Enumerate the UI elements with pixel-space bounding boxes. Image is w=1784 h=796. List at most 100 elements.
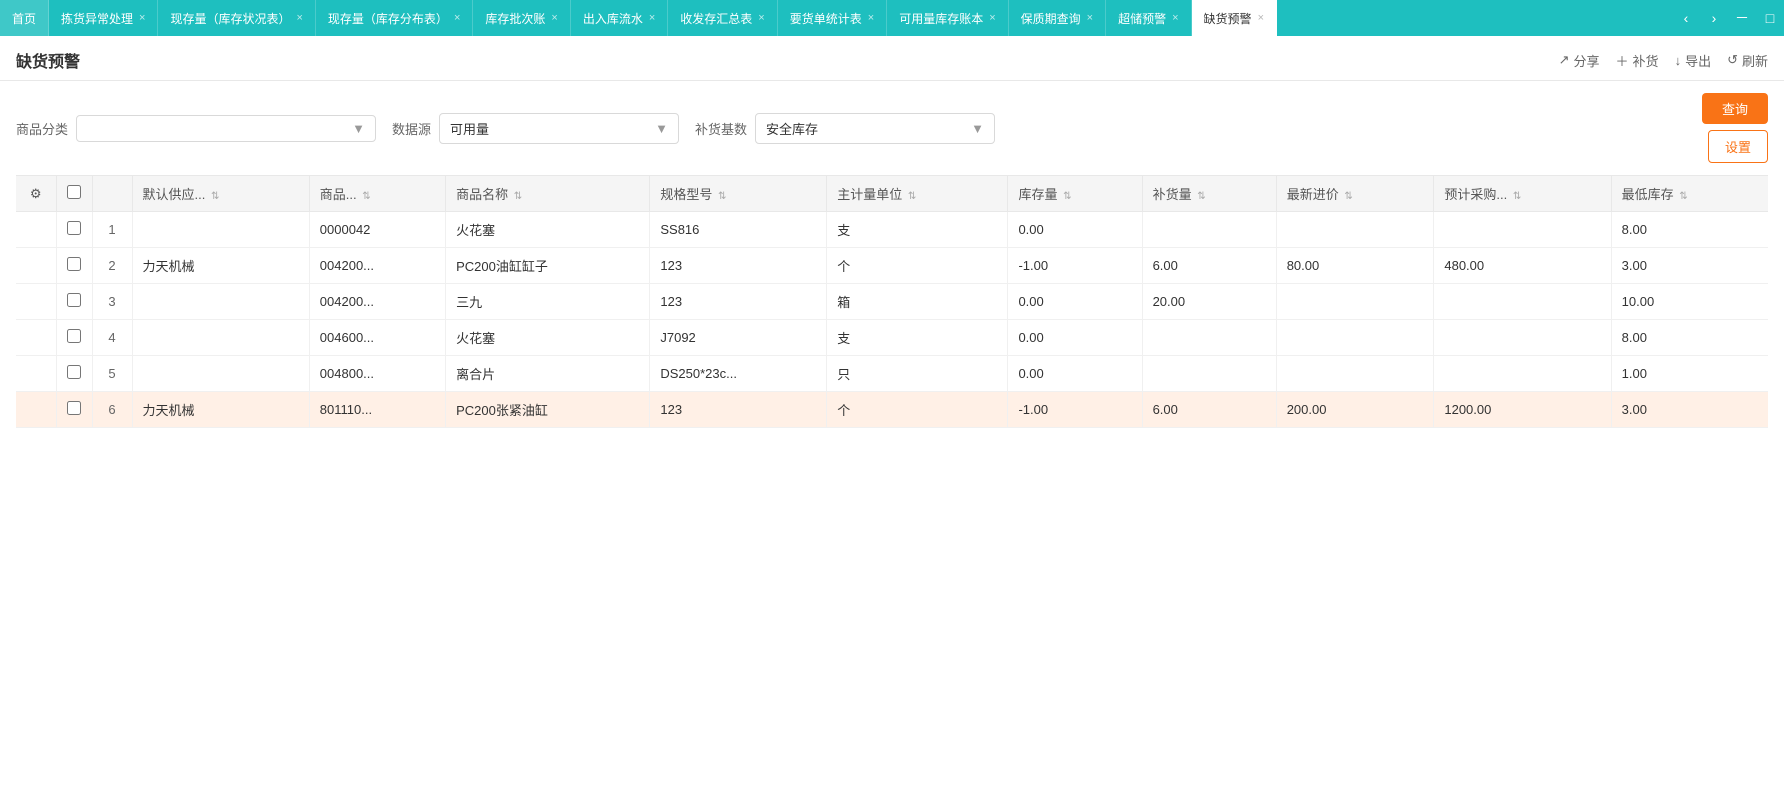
row-min-stock-5: 3.00 bbox=[1611, 392, 1768, 428]
row-supplier-4 bbox=[132, 356, 309, 392]
sort-latest-price-icon: ⇅ bbox=[1344, 191, 1352, 202]
th-name[interactable]: 商品名称 ⇅ bbox=[446, 176, 650, 212]
sort-unit-icon: ⇅ bbox=[908, 191, 916, 202]
tab-inout-flow[interactable]: 出入库流水 × bbox=[571, 0, 668, 36]
close-tab-demand-stats[interactable]: × bbox=[868, 12, 874, 24]
th-min-stock[interactable]: 最低库存 ⇅ bbox=[1611, 176, 1768, 212]
tab-bar: 首页 拣货异常处理 × 现存量（库存状况表） × 现存量（库存分布表） × 库存… bbox=[0, 0, 1784, 36]
row-check-0[interactable] bbox=[56, 212, 92, 248]
close-tab-receive-summary[interactable]: × bbox=[758, 12, 764, 24]
row-check-3[interactable] bbox=[56, 320, 92, 356]
export-icon: ↓ bbox=[1675, 53, 1682, 68]
share-action[interactable]: ↗ 分享 bbox=[1559, 51, 1600, 70]
row-supplier-2 bbox=[132, 284, 309, 320]
tab-expiry-query[interactable]: 保质期查询 × bbox=[1009, 0, 1106, 36]
row-check-1[interactable] bbox=[56, 248, 92, 284]
th-code[interactable]: 商品... ⇅ bbox=[309, 176, 445, 212]
row-estimated-buy-3 bbox=[1434, 320, 1611, 356]
refresh-action[interactable]: ↺ 刷新 bbox=[1727, 51, 1768, 70]
close-tab-exception[interactable]: × bbox=[139, 12, 145, 24]
row-num-3: 4 bbox=[92, 320, 132, 356]
th-unit[interactable]: 主计量单位 ⇅ bbox=[827, 176, 1008, 212]
query-button[interactable]: 查询 bbox=[1702, 93, 1768, 124]
share-icon: ↗ bbox=[1559, 52, 1570, 68]
row-stock-5: -1.00 bbox=[1008, 392, 1142, 428]
datasource-select[interactable]: 可用量 ▼ bbox=[439, 113, 679, 144]
row-replenish-3 bbox=[1142, 320, 1276, 356]
row-min-stock-2: 10.00 bbox=[1611, 284, 1768, 320]
close-tab-overstock[interactable]: × bbox=[1172, 12, 1178, 24]
category-label: 商品分类 bbox=[16, 119, 68, 138]
category-arrow-icon: ▼ bbox=[352, 121, 365, 136]
tab-demand-stats[interactable]: 要货单统计表 × bbox=[778, 0, 887, 36]
th-estimated-buy[interactable]: 预计采购... ⇅ bbox=[1434, 176, 1611, 212]
row-code-4: 004800... bbox=[309, 356, 445, 392]
tab-stockout[interactable]: 缺货预警 × bbox=[1192, 0, 1277, 36]
row-code-2: 004200... bbox=[309, 284, 445, 320]
th-spec[interactable]: 规格型号 ⇅ bbox=[650, 176, 827, 212]
tab-receive-summary[interactable]: 收发存汇总表 × bbox=[668, 0, 777, 36]
close-tab-inventory-status[interactable]: × bbox=[296, 12, 302, 24]
tab-batch-account[interactable]: 库存批次账 × bbox=[473, 0, 570, 36]
row-min-stock-0: 8.00 bbox=[1611, 212, 1768, 248]
row-checkbox-3[interactable] bbox=[67, 329, 81, 343]
tab-home[interactable]: 首页 bbox=[0, 0, 49, 36]
tab-prev-btn[interactable]: ‹ bbox=[1672, 10, 1700, 26]
close-tab-batch-account[interactable]: × bbox=[551, 12, 557, 24]
datasource-label: 数据源 bbox=[392, 119, 431, 138]
tab-inventory-status[interactable]: 现存量（库存状况表） × bbox=[158, 0, 315, 36]
settings-button[interactable]: 设置 bbox=[1708, 130, 1768, 163]
row-checkbox-2[interactable] bbox=[67, 293, 81, 307]
data-table: ⚙ 默认供应... ⇅ 商品... ⇅ 商品名称 bbox=[16, 175, 1768, 428]
table-row: 1 0000042 火花塞 SS816 支 0.00 8.00 bbox=[16, 212, 1768, 248]
row-replenish-2: 20.00 bbox=[1142, 284, 1276, 320]
th-supplier[interactable]: 默认供应... ⇅ bbox=[132, 176, 309, 212]
row-latest-price-0 bbox=[1276, 212, 1434, 248]
row-checkbox-0[interactable] bbox=[67, 221, 81, 235]
export-action[interactable]: ↓ 导出 bbox=[1675, 51, 1712, 70]
select-all-checkbox[interactable] bbox=[67, 185, 81, 199]
category-select[interactable]: ▼ bbox=[76, 115, 376, 142]
close-tab-inout-flow[interactable]: × bbox=[649, 12, 655, 24]
th-latest-price[interactable]: 最新进价 ⇅ bbox=[1276, 176, 1434, 212]
row-settings-0 bbox=[16, 212, 56, 248]
row-stock-4: 0.00 bbox=[1008, 356, 1142, 392]
th-stock[interactable]: 库存量 ⇅ bbox=[1008, 176, 1142, 212]
tab-maximize-btn[interactable]: □ bbox=[1756, 10, 1784, 26]
th-settings[interactable]: ⚙ bbox=[16, 176, 56, 212]
tab-inventory-dist[interactable]: 现存量（库存分布表） × bbox=[316, 0, 473, 36]
close-tab-inventory-dist[interactable]: × bbox=[454, 12, 460, 24]
close-tab-available-ledger[interactable]: × bbox=[989, 12, 995, 24]
row-replenish-4 bbox=[1142, 356, 1276, 392]
row-settings-5 bbox=[16, 392, 56, 428]
tab-next-btn[interactable]: › bbox=[1700, 10, 1728, 26]
replenish-base-arrow-icon: ▼ bbox=[971, 121, 984, 136]
tab-overstock[interactable]: 超储预警 × bbox=[1106, 0, 1191, 36]
close-tab-expiry-query[interactable]: × bbox=[1087, 12, 1093, 24]
close-tab-stockout[interactable]: × bbox=[1258, 12, 1264, 24]
replenish-action[interactable]: ＋ 补货 bbox=[1616, 51, 1659, 70]
replenish-base-filter: 补货基数 安全库存 ▼ bbox=[695, 113, 995, 144]
main-content: 缺货预警 ↗ 分享 ＋ 补货 ↓ 导出 ↺ 刷新 商品分类 bbox=[0, 36, 1784, 796]
tab-nav-controls: ‹ › － □ bbox=[1672, 8, 1784, 28]
row-name-2: 三九 bbox=[446, 284, 650, 320]
tab-available-ledger[interactable]: 可用量库存账本 × bbox=[887, 0, 1008, 36]
tab-minimize-btn[interactable]: － bbox=[1728, 8, 1756, 28]
row-check-5[interactable] bbox=[56, 392, 92, 428]
row-stock-0: 0.00 bbox=[1008, 212, 1142, 248]
row-supplier-3 bbox=[132, 320, 309, 356]
tab-exception[interactable]: 拣货异常处理 × bbox=[49, 0, 158, 36]
row-estimated-buy-4 bbox=[1434, 356, 1611, 392]
row-checkbox-1[interactable] bbox=[67, 257, 81, 271]
row-check-2[interactable] bbox=[56, 284, 92, 320]
table-row: 3 004200... 三九 123 箱 0.00 20.00 10.00 bbox=[16, 284, 1768, 320]
th-check[interactable] bbox=[56, 176, 92, 212]
row-unit-5: 个 bbox=[827, 392, 1008, 428]
row-checkbox-4[interactable] bbox=[67, 365, 81, 379]
row-supplier-0 bbox=[132, 212, 309, 248]
replenish-base-select[interactable]: 安全库存 ▼ bbox=[755, 113, 995, 144]
datasource-value: 可用量 bbox=[450, 119, 489, 138]
row-checkbox-5[interactable] bbox=[67, 401, 81, 415]
row-check-4[interactable] bbox=[56, 356, 92, 392]
th-replenish[interactable]: 补货量 ⇅ bbox=[1142, 176, 1276, 212]
